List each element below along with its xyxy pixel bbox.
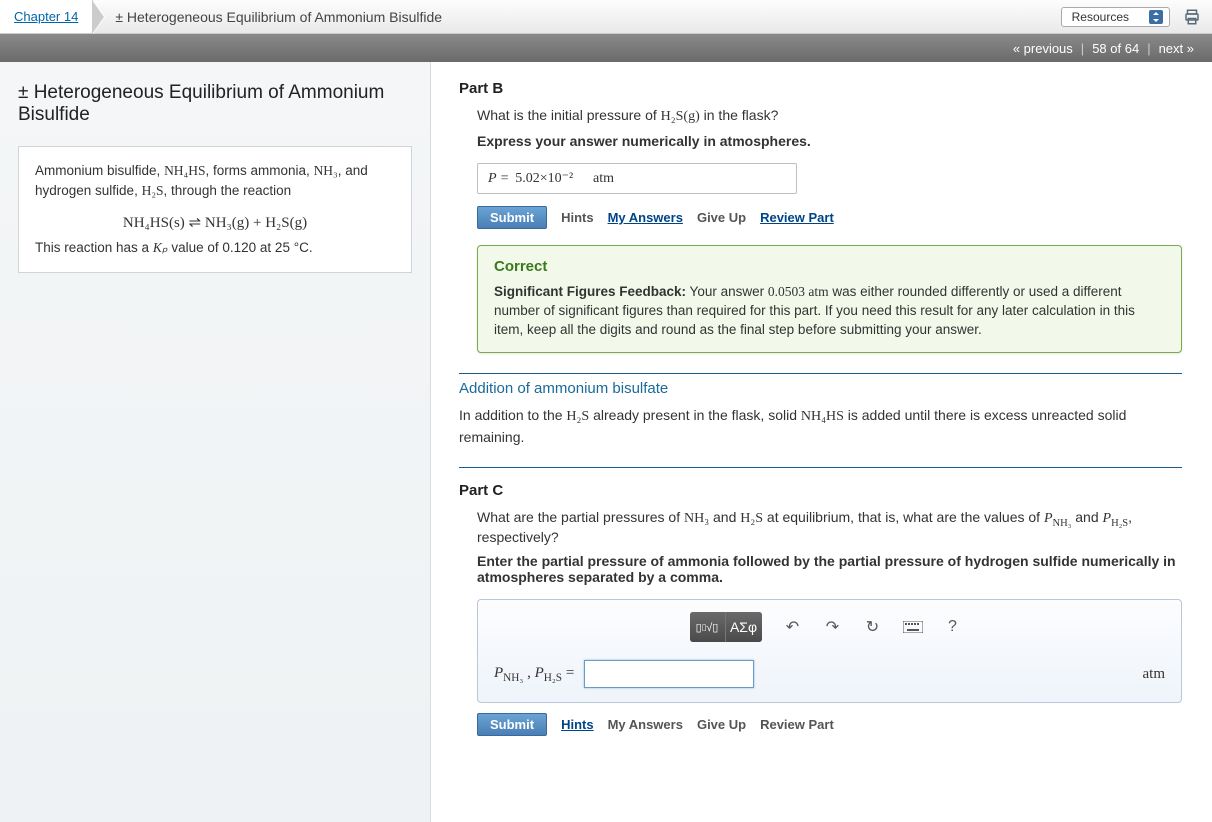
- my-answers-link[interactable]: My Answers: [608, 210, 683, 225]
- kp-symbol: Kₚ: [153, 240, 168, 255]
- reaction-rhs: NH₃(g) + H₂S(g): [205, 215, 307, 231]
- assignment-title: ± Heterogeneous Equilibrium of Ammonium …: [18, 82, 412, 126]
- previous-link[interactable]: « previous: [1013, 41, 1073, 56]
- nav-bar: « previous | 58 of 64 | next »: [0, 34, 1212, 62]
- part-b-question: What is the initial pressure of H₂S(g) i…: [477, 107, 1182, 125]
- hints-label: Hints: [561, 210, 594, 225]
- part-c-label: Part C: [459, 482, 1182, 499]
- species: H₂S: [566, 409, 589, 424]
- equation-toolbar: ▯▯√▯ ΑΣφ ↶ ↷ ↻ ?: [494, 612, 1165, 642]
- text: value of 0.120 at 25 °C.: [168, 240, 313, 255]
- text: What is the initial pressure of: [477, 107, 661, 123]
- page-counter: 58 of 64: [1092, 41, 1139, 56]
- review-part-link[interactable]: Review Part: [760, 210, 834, 225]
- text: This reaction has a: [35, 240, 153, 255]
- dropdown-arrows-icon: [1149, 10, 1163, 24]
- text: Ammonium bisulfide,: [35, 163, 164, 178]
- text: already present in the flask, solid: [589, 407, 801, 423]
- species: H₂S(g): [661, 109, 700, 124]
- page-title: ± Heterogeneous Equilibrium of Ammonium …: [115, 9, 1060, 25]
- text: , through the reaction: [164, 183, 292, 198]
- feedback-title: Correct: [494, 258, 1165, 275]
- help-icon[interactable]: ?: [936, 612, 970, 642]
- feedback-value: 0.0503 atm: [768, 284, 829, 299]
- chapter-link[interactable]: Chapter 14: [0, 0, 93, 33]
- feedback-body: Significant Figures Feedback: Your answe…: [494, 283, 1165, 340]
- undo-icon[interactable]: ↶: [776, 612, 810, 642]
- my-answers-link[interactable]: My Answers: [608, 717, 683, 732]
- formula-nh4hs: NH₄HS: [164, 163, 205, 178]
- top-bar: Chapter 14 ± Heterogeneous Equilibrium o…: [0, 0, 1212, 34]
- text: , forms ammonia,: [206, 163, 314, 178]
- reaction-lhs: NH₄HS(s): [123, 215, 185, 231]
- problem-description: Ammonium bisulfide, NH₄HS, forms ammonia…: [18, 146, 412, 273]
- breadcrumb-arrow-icon: [93, 0, 105, 34]
- formula-h2s: H₂S: [142, 183, 164, 198]
- answer-input[interactable]: [584, 660, 754, 688]
- section-title: Addition of ammonium bisulfate: [459, 380, 1182, 397]
- reset-icon[interactable]: ↻: [856, 612, 890, 642]
- resources-label: Resources: [1072, 10, 1129, 24]
- keyboard-icon[interactable]: [896, 612, 930, 642]
- answer-unit: atm: [593, 171, 614, 187]
- part-c-question: What are the partial pressures of NH₃ an…: [477, 509, 1182, 545]
- left-panel: ± Heterogeneous Equilibrium of Ammonium …: [0, 62, 430, 822]
- part-c-instruction: Enter the partial pressure of ammonia fo…: [477, 553, 1182, 585]
- submit-button[interactable]: Submit: [477, 206, 547, 229]
- feedback-correct: Correct Significant Figures Feedback: Yo…: [477, 245, 1182, 353]
- give-up-link[interactable]: Give Up: [697, 717, 746, 732]
- nav-separator: |: [1081, 41, 1084, 56]
- formula-nh3: NH₃: [314, 163, 338, 178]
- part-b-label: Part B: [459, 80, 1182, 97]
- part-b-actions: Submit Hints My Answers Give Up Review P…: [477, 206, 1182, 229]
- text: In addition to the: [459, 407, 566, 423]
- hints-link[interactable]: Hints: [561, 717, 594, 732]
- answer-value: 5.02×10⁻²: [515, 170, 573, 187]
- part-c-input-panel: ▯▯√▯ ΑΣφ ↶ ↷ ↻ ? PNH₃ , PH₂S = atm: [477, 599, 1182, 703]
- submit-button[interactable]: Submit: [477, 713, 547, 736]
- part-b-answer-box: P = 5.02×10⁻² atm: [477, 163, 797, 194]
- resources-dropdown[interactable]: Resources: [1061, 7, 1170, 27]
- part-c-actions: Submit Hints My Answers Give Up Review P…: [477, 713, 1182, 736]
- equation-row: PNH₃ , PH₂S = atm: [494, 660, 1165, 688]
- redo-icon[interactable]: ↷: [816, 612, 850, 642]
- greek-button[interactable]: ΑΣφ: [726, 612, 762, 642]
- text: in the flask?: [700, 107, 779, 123]
- give-up-link[interactable]: Give Up: [697, 210, 746, 225]
- answer-prefix: P =: [488, 171, 509, 187]
- nav-separator: |: [1147, 41, 1150, 56]
- section-body: In addition to the H₂S already present i…: [459, 405, 1182, 448]
- feedback-bold: Significant Figures Feedback:: [494, 284, 686, 299]
- next-link[interactable]: next »: [1159, 41, 1194, 56]
- unit-label: atm: [1143, 666, 1166, 683]
- equation-label: PNH₃ , PH₂S =: [494, 665, 574, 684]
- review-part-link[interactable]: Review Part: [760, 717, 834, 732]
- text: Your answer: [686, 284, 768, 299]
- print-icon[interactable]: [1182, 7, 1202, 27]
- template-button[interactable]: ▯▯√▯: [690, 612, 726, 642]
- species: NH₄HS: [801, 409, 844, 424]
- addition-section: Addition of ammonium bisulfate In additi…: [459, 373, 1182, 448]
- reaction-arrow-icon: ⇌: [189, 215, 202, 231]
- content-panel: Part B What is the initial pressure of H…: [430, 62, 1212, 822]
- part-b-instruction: Express your answer numerically in atmos…: [477, 133, 1182, 149]
